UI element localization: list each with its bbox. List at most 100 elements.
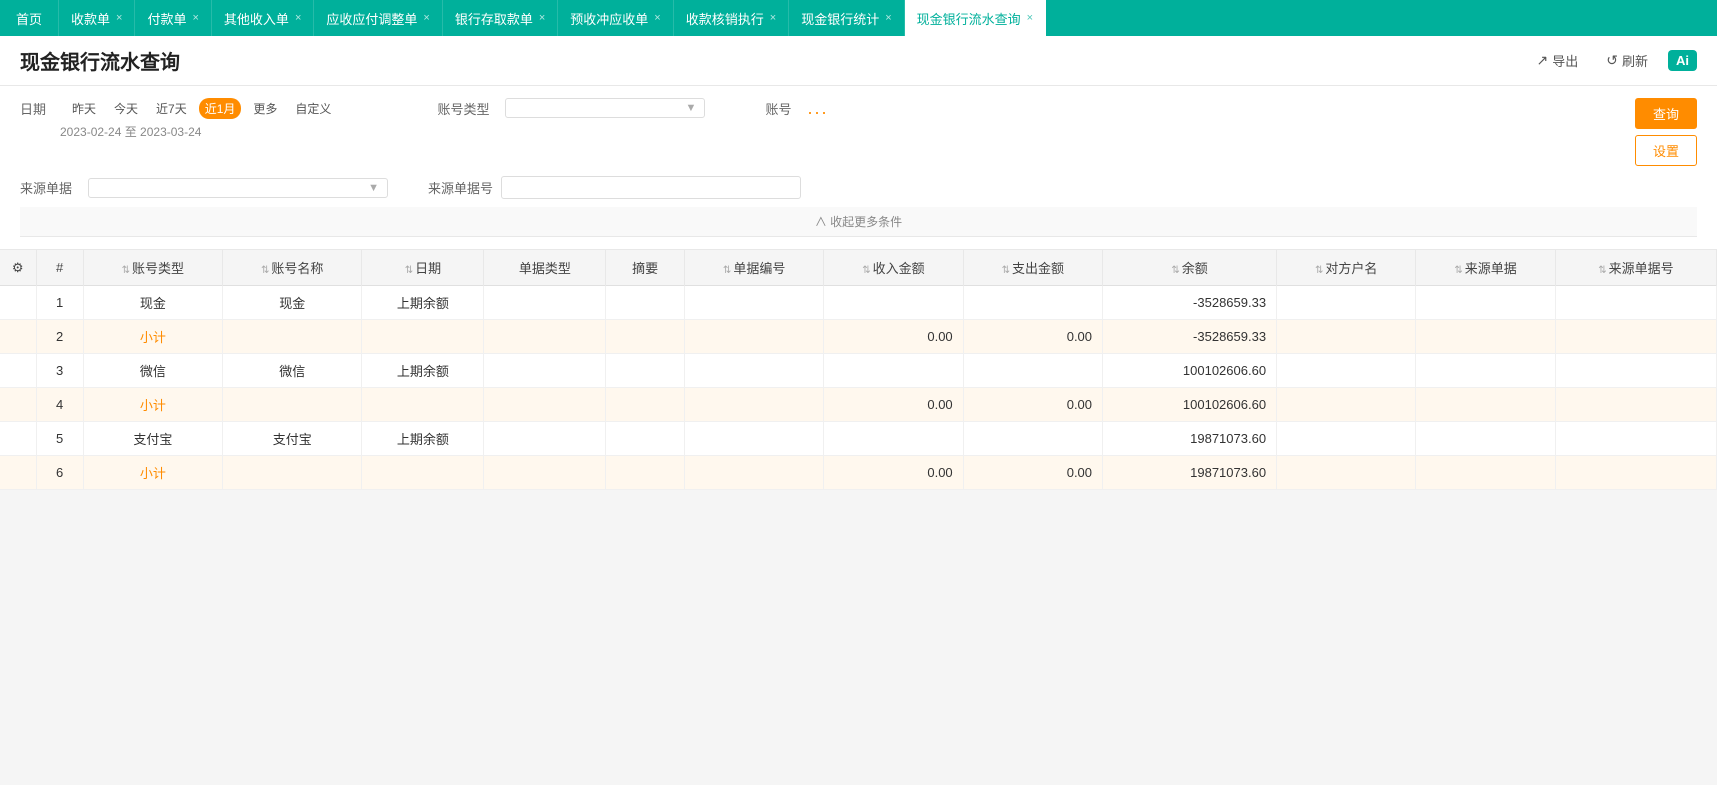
table-cell: 小计: [83, 320, 222, 354]
date-opt-yesterday[interactable]: 昨天: [66, 98, 102, 119]
date-opt-7days[interactable]: 近7天: [150, 98, 193, 119]
table-cell: 支付宝: [223, 422, 362, 456]
table-cell: -3528659.33: [1103, 320, 1277, 354]
account-name-column-header[interactable]: ⇅账号名称: [223, 250, 362, 286]
header-actions: ↗ 导出 ↺ 刷新 Ai: [1529, 47, 1698, 74]
chevron-down-icon: ▼: [686, 102, 697, 114]
table-cell: [824, 286, 963, 320]
table-cell: [606, 286, 685, 320]
nav-tab-2[interactable]: 其他收入单 ×: [212, 0, 314, 36]
close-icon-8[interactable]: ×: [1027, 12, 1033, 24]
doc-no-column-header[interactable]: ⇅单据编号: [684, 250, 823, 286]
nav-tab-5[interactable]: 预收冲应收单 ×: [558, 0, 673, 36]
date-column-header[interactable]: ⇅日期: [362, 250, 484, 286]
table-cell: 0.00: [824, 456, 963, 490]
table-cell: 19871073.60: [1103, 456, 1277, 490]
export-icon: ↗: [1537, 52, 1549, 69]
counterparty-column-header[interactable]: ⇅对方户名: [1277, 250, 1416, 286]
table-cell: [1416, 456, 1555, 490]
table-cell: [0, 456, 36, 490]
date-opt-1month[interactable]: 近1月: [199, 98, 242, 119]
table-cell: [684, 320, 823, 354]
top-nav: 首页 收款单 × 付款单 × 其他收入单 × 应收应付调整单 × 银行存取款单 …: [0, 0, 1717, 36]
close-icon-6[interactable]: ×: [770, 12, 776, 24]
page-header: 现金银行流水查询 ↗ 导出 ↺ 刷新 Ai: [0, 36, 1717, 86]
table-cell: [484, 422, 606, 456]
table-row: 6小计0.000.0019871073.60: [0, 456, 1717, 490]
query-button[interactable]: 查询: [1635, 98, 1697, 129]
nav-tab-1[interactable]: 付款单 ×: [135, 0, 211, 36]
account-type-select[interactable]: ▼: [505, 98, 705, 118]
nav-tab-0[interactable]: 收款单 ×: [59, 0, 135, 36]
balance-column-header[interactable]: ⇅余额: [1103, 250, 1277, 286]
account-dots-button[interactable]: ...: [803, 98, 832, 119]
account-type-label: 账号类型: [437, 99, 497, 118]
table-cell: 0.00: [824, 320, 963, 354]
date-opt-more[interactable]: 更多: [247, 98, 283, 119]
date-opt-custom[interactable]: 自定义: [289, 98, 337, 119]
table-cell: [606, 320, 685, 354]
table-cell: 19871073.60: [1103, 422, 1277, 456]
income-column-header[interactable]: ⇅收入金额: [824, 250, 963, 286]
expense-column-header[interactable]: ⇅支出金额: [963, 250, 1102, 286]
nav-tab-3[interactable]: 应收应付调整单 ×: [314, 0, 442, 36]
refresh-button[interactable]: ↺ 刷新: [1598, 47, 1656, 74]
close-icon-0[interactable]: ×: [116, 12, 122, 24]
table-cell: 现金: [223, 286, 362, 320]
table-cell: 0.00: [963, 456, 1102, 490]
table-cell: [0, 422, 36, 456]
close-icon-3[interactable]: ×: [423, 12, 429, 24]
table-cell: [606, 456, 685, 490]
table-cell: [484, 456, 606, 490]
table-cell: [1277, 422, 1416, 456]
source-doc-select[interactable]: ▼: [88, 178, 388, 198]
table-cell: [484, 320, 606, 354]
source-doc-no-input[interactable]: [501, 176, 801, 199]
date-options: 昨天 今天 近7天 近1月 更多 自定义: [66, 98, 337, 119]
close-icon-4[interactable]: ×: [539, 12, 545, 24]
nav-tab-6[interactable]: 收款核销执行 ×: [674, 0, 789, 36]
table-cell: [963, 422, 1102, 456]
close-icon-5[interactable]: ×: [654, 12, 660, 24]
table-cell: 100102606.60: [1103, 354, 1277, 388]
table-cell: 0.00: [963, 320, 1102, 354]
source-doc-no-column-header[interactable]: ⇅来源单据号: [1555, 250, 1716, 286]
table-cell: [1555, 422, 1716, 456]
ai-badge[interactable]: Ai: [1668, 50, 1697, 71]
settings-button[interactable]: 设置: [1635, 135, 1697, 166]
nav-tab-8[interactable]: 现金银行流水查询 ×: [905, 0, 1046, 36]
table-cell: [684, 456, 823, 490]
account-type-column-header[interactable]: ⇅账号类型: [83, 250, 222, 286]
table-cell: [0, 286, 36, 320]
table-cell: [1277, 320, 1416, 354]
table-cell: 微信: [223, 354, 362, 388]
source-doc-column-header[interactable]: ⇅来源单据: [1416, 250, 1555, 286]
table-cell: [362, 456, 484, 490]
table-cell: [362, 320, 484, 354]
nav-tab-7[interactable]: 现金银行统计 ×: [789, 0, 904, 36]
chevron-down-icon-2: ▼: [368, 182, 379, 194]
refresh-icon: ↺: [1606, 52, 1618, 69]
table-cell: [1555, 354, 1716, 388]
export-button[interactable]: ↗ 导出: [1529, 47, 1587, 74]
close-icon-2[interactable]: ×: [295, 12, 301, 24]
table-wrap: ⚙ # ⇅账号类型 ⇅账号名称 ⇅日期 单据类型 摘要 ⇅单据编号 ⇅收入金额 …: [0, 250, 1717, 490]
nav-tab-4[interactable]: 银行存取款单 ×: [443, 0, 558, 36]
close-icon-1[interactable]: ×: [192, 12, 198, 24]
table-cell: [223, 388, 362, 422]
collapse-bar[interactable]: ∧ 收起更多条件: [20, 207, 1697, 237]
table-cell: [223, 320, 362, 354]
table-cell: [1416, 354, 1555, 388]
gear-column-header[interactable]: ⚙: [0, 250, 36, 286]
date-opt-today[interactable]: 今天: [108, 98, 144, 119]
table-cell: 小计: [83, 456, 222, 490]
close-icon-7[interactable]: ×: [885, 12, 891, 24]
nav-home[interactable]: 首页: [0, 0, 59, 36]
table-cell: [1416, 320, 1555, 354]
table-cell: [1416, 422, 1555, 456]
table-cell: [484, 354, 606, 388]
table-cell: 2: [36, 320, 83, 354]
doc-type-column-header: 单据类型: [484, 250, 606, 286]
table-cell: 1: [36, 286, 83, 320]
summary-column-header: 摘要: [606, 250, 685, 286]
